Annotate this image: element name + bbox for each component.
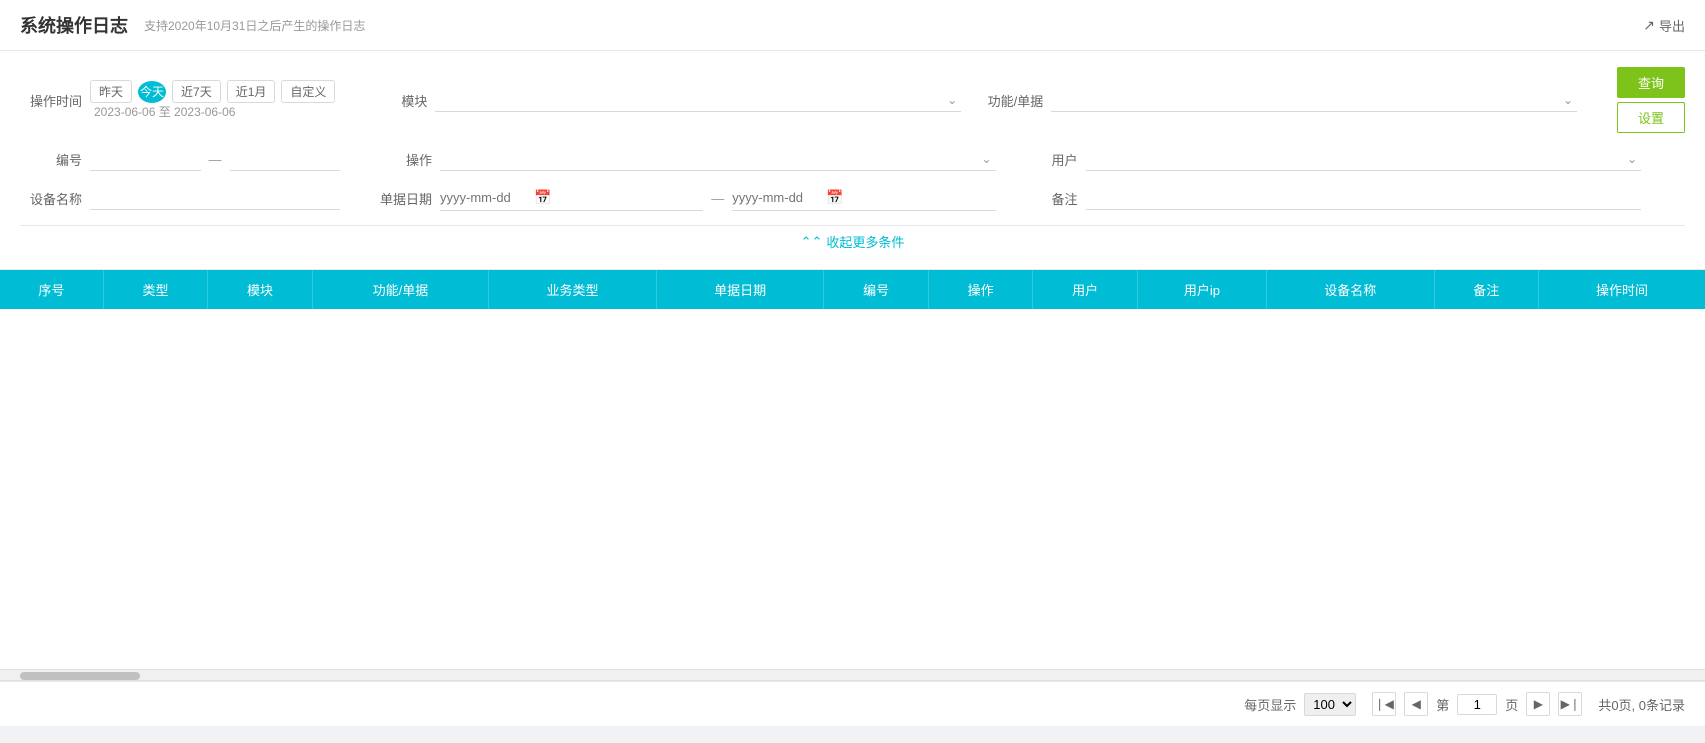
code-label: 编号 [20,150,90,169]
calendar-start-icon[interactable]: 📅 [534,189,551,206]
col-biz-type: 业务类型 [489,270,657,309]
custom-btn[interactable]: 自定义 [281,80,335,103]
col-code: 编号 [824,270,928,309]
date-label: 单据日期 [370,189,440,208]
page-size-select[interactable]: 100 50 200 500 [1304,693,1356,716]
date-start-wrap: 📅 [440,185,703,211]
horizontal-scrollbar[interactable] [0,669,1705,681]
calendar-end-icon[interactable]: 📅 [826,189,843,206]
col-type: 类型 [103,270,207,309]
module-select-wrapper: ⌄ [435,88,961,112]
date-dash: — [711,191,724,206]
code-dash: — [209,152,222,167]
table-empty [0,309,1705,669]
operation-filter-group: 操作 ⌄ [370,147,996,171]
col-user: 用户 [1033,270,1137,309]
filter-row-1: 操作时间 昨天 今天 近7天 近1月 自定义 2023-06-06 至 2023… [20,67,1685,133]
date-filter-group: 单据日期 📅 — 📅 [370,185,996,211]
col-user-ip: 用户ip [1137,270,1266,309]
time-filter-group: 操作时间 昨天 今天 近7天 近1月 自定义 2023-06-06 至 2023… [20,80,335,120]
data-table: 序号 类型 模块 功能/单据 业务类型 单据日期 编号 操作 用户 用户ip 设… [0,270,1705,309]
next-page-button[interactable]: ▶ [1526,692,1550,716]
last7-btn[interactable]: 近7天 [172,80,221,103]
first-page-button[interactable]: ❘◀ [1372,692,1396,716]
action-buttons: 查询 设置 [1617,67,1685,133]
col-index: 序号 [0,270,103,309]
col-remark: 备注 [1434,270,1538,309]
device-label: 设备名称 [20,189,90,208]
filter-row-3: 设备名称 单据日期 📅 — 📅 备注 [20,185,1685,211]
total-info: 共0页, 0条记录 [1598,695,1685,714]
operation-select-wrapper: ⌄ [440,147,996,171]
function-select-wrapper: ⌄ [1051,88,1577,112]
today-btn[interactable]: 今天 [138,81,166,103]
function-label: 功能/单据 [981,91,1051,110]
module-label: 模块 [365,91,435,110]
date-end-wrap: 📅 [732,185,995,211]
col-module: 模块 [208,270,312,309]
page-label: 第 [1436,695,1449,714]
code-start-input[interactable] [90,147,201,171]
user-label: 用户 [1016,150,1086,169]
time-options: 昨天 今天 近7天 近1月 自定义 [90,80,335,103]
operation-input[interactable] [440,147,996,171]
prev-page-button[interactable]: ◀ [1404,692,1428,716]
page-unit: 页 [1505,695,1518,714]
function-filter-group: 功能/单据 ⌄ [981,88,1577,112]
user-select-wrapper: ⌄ [1086,147,1642,171]
user-filter-group: 用户 ⌄ [1016,147,1642,171]
page-title: 系统操作日志 [20,12,128,38]
filter-row-2: 编号 — 操作 ⌄ 用户 ⌄ [20,147,1685,171]
remark-label: 备注 [1016,189,1086,208]
table-header: 序号 类型 模块 功能/单据 业务类型 单据日期 编号 操作 用户 用户ip 设… [0,270,1705,309]
last1m-btn[interactable]: 近1月 [227,80,276,103]
remark-filter-group: 备注 [1016,186,1642,210]
code-end-input[interactable] [230,147,341,171]
last-page-button[interactable]: ▶❘ [1558,692,1582,716]
table-header-row: 序号 类型 模块 功能/单据 业务类型 单据日期 编号 操作 用户 用户ip 设… [0,270,1705,309]
col-operation: 操作 [928,270,1032,309]
remark-input[interactable] [1086,186,1642,210]
query-button[interactable]: 查询 [1617,67,1685,98]
export-button[interactable]: ↗ 导出 [1643,16,1685,35]
date-end-input[interactable] [732,190,822,205]
collapse-button[interactable]: ⌃⌃ 收起更多条件 [801,232,905,251]
yesterday-btn[interactable]: 昨天 [90,80,132,103]
page-header: 系统操作日志 支持2020年10月31日之后产生的操作日志 ↗ 导出 [0,0,1705,51]
table-container: 序号 类型 模块 功能/单据 业务类型 单据日期 编号 操作 用户 用户ip 设… [0,270,1705,669]
time-options-wrap: 昨天 今天 近7天 近1月 自定义 2023-06-06 至 2023-06-0… [90,80,335,120]
pagination-bar: 每页显示 100 50 200 500 ❘◀ ◀ 第 页 ▶ ▶❘ 共0页, 0… [0,681,1705,726]
collapse-icon: ⌃⌃ [801,234,823,250]
code-filter-group: 编号 — [20,147,340,171]
device-input[interactable] [90,186,340,210]
settings-button[interactable]: 设置 [1617,102,1685,133]
page-subtitle: 支持2020年10月31日之后产生的操作日志 [144,17,365,34]
page-number-input[interactable] [1457,694,1497,715]
filter-panel: 操作时间 昨天 今天 近7天 近1月 自定义 2023-06-06 至 2023… [0,51,1705,270]
col-device: 设备名称 [1266,270,1434,309]
col-function: 功能/单据 [312,270,488,309]
device-filter-group: 设备名称 [20,186,340,210]
date-start-input[interactable] [440,190,530,205]
time-label: 操作时间 [20,91,90,110]
date-range-text: 2023-06-06 至 2023-06-06 [94,103,335,120]
module-filter-group: 模块 ⌄ [365,88,961,112]
page-size-label: 每页显示 [1244,695,1296,714]
scrollbar-thumb[interactable] [20,672,140,680]
export-icon: ↗ [1643,17,1655,34]
module-input[interactable] [435,88,961,112]
col-date: 单据日期 [656,270,824,309]
function-input[interactable] [1051,88,1577,112]
collapse-bar: ⌃⌃ 收起更多条件 [20,225,1685,253]
user-input[interactable] [1086,147,1642,171]
col-op-time: 操作时间 [1539,270,1705,309]
operation-label: 操作 [370,150,440,169]
